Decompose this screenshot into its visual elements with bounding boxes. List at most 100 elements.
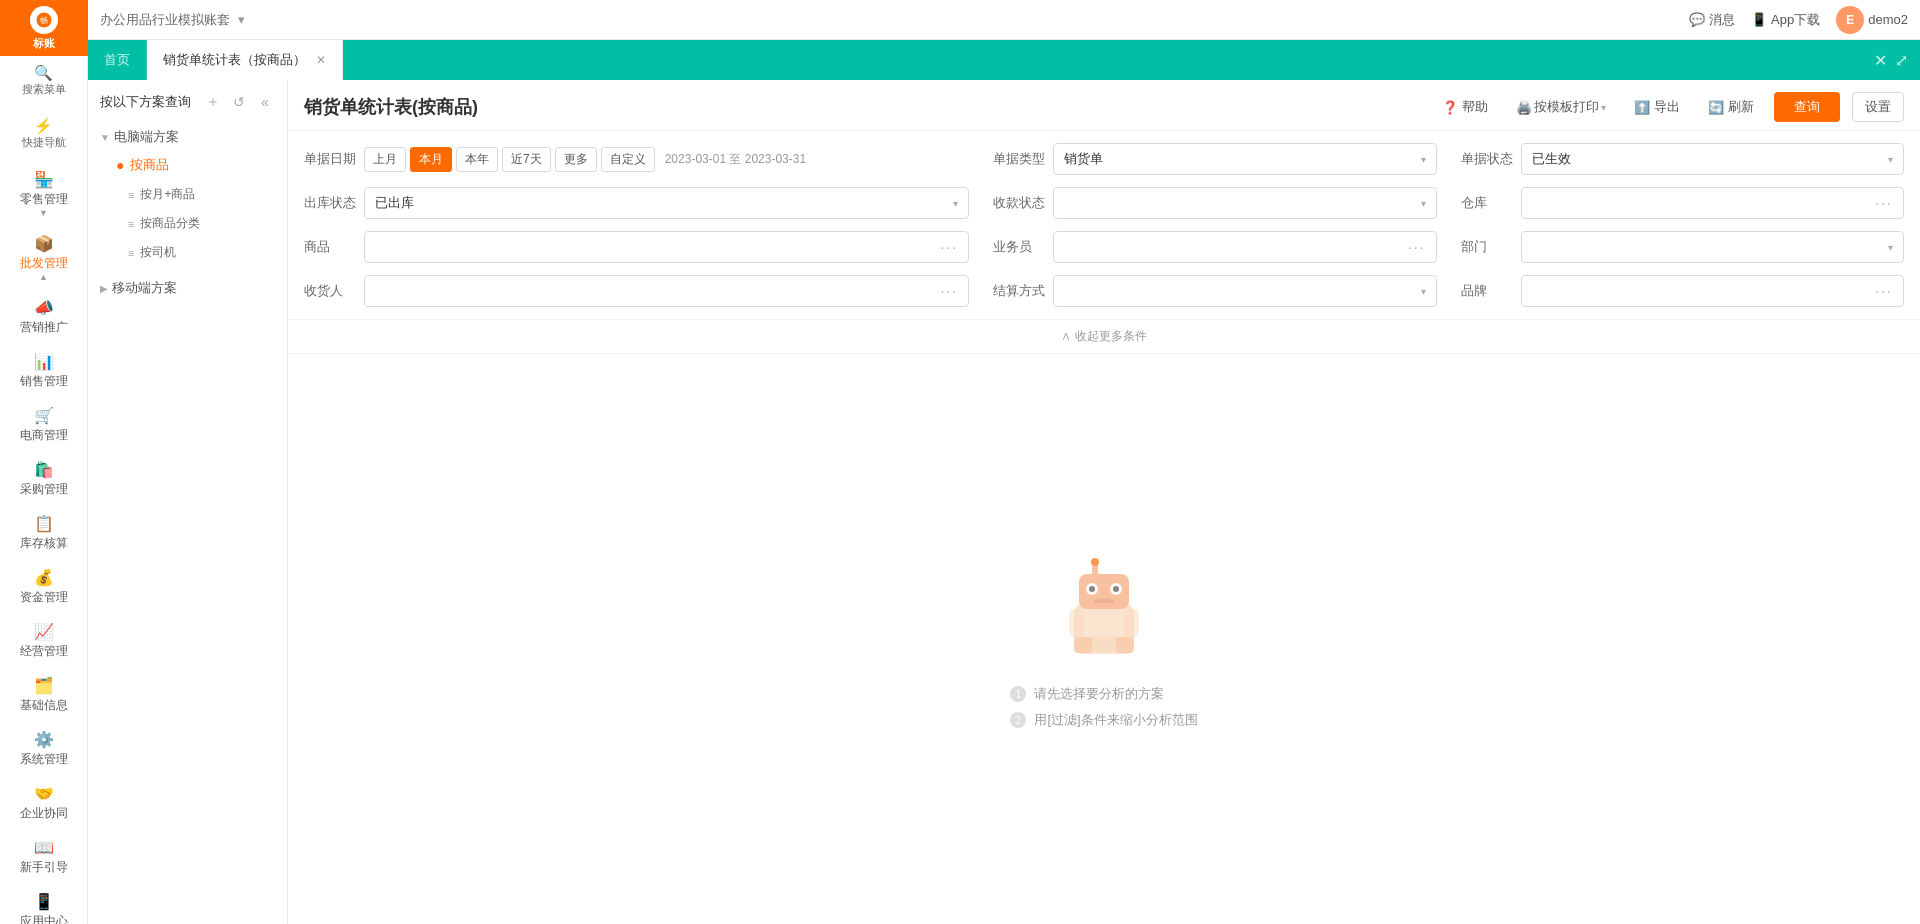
brand-label: 品牌 [1461,282,1521,300]
query-btn[interactable]: 查询 [1774,92,1840,122]
product-input[interactable]: ··· [364,231,969,263]
window-close-btn[interactable]: ✕ [1874,51,1887,70]
print-btn[interactable]: 🖨️ 按模板打印 ▾ [1508,94,1614,120]
date-more[interactable]: 更多 [555,147,597,172]
receiver-input[interactable]: ··· [364,275,969,307]
app-logo: 畅 标账 [0,0,88,56]
sales-icon: 📊 [34,352,54,371]
date-last-month[interactable]: 上月 [364,147,406,172]
desktop-scheme-header[interactable]: ▼ 电脑端方案 [88,124,287,150]
user-info[interactable]: E demo2 [1836,6,1908,34]
sidebar-item-wholesale[interactable]: 📦 批发管理 ▲ [0,226,87,290]
doc-status-select[interactable]: 已生效 ▾ [1521,143,1904,175]
sidebar-item-marketing[interactable]: 📣 营销推广 [0,290,87,344]
sidebar-item-purchase[interactable]: 🛍️ 采购管理 [0,452,87,506]
sidebar-item-quicknav[interactable]: ⚡ 快捷导航 [0,109,87,158]
tab-close-icon[interactable]: ✕ [316,53,326,67]
mobile-scheme-header[interactable]: ▶ 移动端方案 [88,275,287,301]
sidebar: 畅 标账 🔍 搜索菜单 ⚡ 快捷导航 🏪 零售管理 ▼ 📦 批发管理 ▲ 📣 营… [0,0,88,924]
svg-point-10 [1113,586,1119,592]
avatar: E [1836,6,1864,34]
sidebar-item-appcenter[interactable]: 📱 应用中心 [0,884,87,924]
print-label: 按模板打印 [1534,98,1599,116]
ecommerce-label: 电商管理 [20,427,68,444]
sidebar-item-enterprise[interactable]: 🤝 企业协同 [0,776,87,830]
svg-rect-4 [1069,609,1084,637]
purchase-icon: 🛍️ [34,460,54,479]
app-title: 办公用品行业模拟账套 [100,11,230,29]
date-this-year[interactable]: 本年 [456,147,498,172]
date-this-month[interactable]: 本月 [410,147,452,172]
refresh-scheme-btn[interactable]: ↺ [229,92,249,112]
appcenter-label: 应用中心 [20,913,68,924]
app-download-action[interactable]: 📱 App下载 [1751,11,1820,29]
message-action[interactable]: 💬 消息 [1689,11,1735,29]
message-icon: 💬 [1689,12,1705,27]
sidebar-item-finance[interactable]: 💰 资金管理 [0,560,87,614]
collapse-bar[interactable]: ∧ 收起更多条件 [288,320,1920,354]
desktop-scheme-label: 电脑端方案 [114,128,179,146]
sidebar-item-search[interactable]: 🔍 搜索菜单 [0,56,87,105]
window-expand-btn[interactable]: ⤢ [1895,51,1908,70]
svg-point-13 [1091,558,1099,566]
sidebar-item-retail[interactable]: 🏪 零售管理 ▼ [0,162,87,226]
page-content: 按以下方案查询 ＋ ↺ « ▼ 电脑端方案 ● 按商品 ≡ [88,80,1920,924]
message-label: 消息 [1709,11,1735,29]
finance-icon: 💰 [34,568,54,587]
sidebar-quicknav-label: 快捷导航 [0,135,87,150]
salesperson-input[interactable]: ··· [1053,231,1436,263]
help-label: 帮助 [1462,98,1488,116]
wholesale-label: 批发管理 [20,255,68,272]
export-label: 导出 [1654,98,1680,116]
date-custom[interactable]: 自定义 [601,147,655,172]
sidebar-item-operation[interactable]: 📈 经营管理 [0,614,87,668]
settings-label: 设置 [1865,99,1891,114]
main-area: 办公用品行业模拟账套 ▾ 💬 消息 📱 App下载 E demo2 首页 [88,0,1920,924]
sidebar-item-system[interactable]: ⚙️ 系统管理 [0,722,87,776]
refresh-btn[interactable]: 🔄 刷新 [1700,94,1762,120]
help-btn[interactable]: ❓ 帮助 [1434,94,1496,120]
scheme-by-product-category[interactable]: ≡ 按商品分类 [88,209,287,238]
doc-type-select[interactable]: 销货单 ▾ [1053,143,1436,175]
svg-text:畅: 畅 [39,16,47,25]
payment-select[interactable]: ▾ [1053,187,1436,219]
settings-btn[interactable]: 设置 [1852,92,1904,122]
tip-num-2: 2 [1010,712,1026,728]
empty-tip-1: 1 请先选择要分析的方案 [1010,685,1197,703]
product-dots: ··· [940,239,958,255]
add-scheme-btn[interactable]: ＋ [203,92,223,112]
tab-home[interactable]: 首页 [88,40,147,80]
sidebar-item-inventory[interactable]: 📋 库存核算 [0,506,87,560]
sidebar-item-basic[interactable]: 🗂️ 基础信息 [0,668,87,722]
svg-rect-5 [1124,609,1139,637]
doc-type-value: 销货单 [1064,150,1103,168]
settlement-select[interactable]: ▾ [1053,275,1436,307]
scheme-by-product[interactable]: ● 按商品 [88,150,287,180]
tab-sales-stats[interactable]: 销货单统计表（按商品） ✕ [147,40,343,80]
sidebar-item-newguide[interactable]: 📖 新手引导 [0,830,87,884]
scheme-by-warehouse[interactable]: ≡ 按司机 [88,238,287,267]
warehouse-field: 仓库 ··· [1461,187,1904,219]
warehouse-label: 仓库 [1461,194,1521,212]
svg-rect-12 [1092,564,1098,578]
warehouse-input[interactable]: ··· [1521,187,1904,219]
collapse-panel-btn[interactable]: « [255,92,275,112]
logo-text: 标账 [33,36,55,51]
department-select[interactable]: ▾ [1521,231,1904,263]
query-label: 查询 [1794,99,1820,114]
product-field: 商品 ··· [304,231,969,263]
filter-form: 单据日期 上月 本月 本年 近7天 更多 自定义 2023-03-01 至 20… [288,131,1920,320]
export-btn[interactable]: ⬆️ 导出 [1626,94,1688,120]
brand-input[interactable]: ··· [1521,275,1904,307]
department-field: 部门 ▾ [1461,231,1904,263]
sidebar-item-ecommerce[interactable]: 🛒 电商管理 [0,398,87,452]
mobile-scheme-arrow: ▶ [100,283,108,294]
outbound-select[interactable]: 已出库 ▾ [364,187,969,219]
marketing-icon: 📣 [34,298,54,317]
scheme-by-month-product[interactable]: ≡ 按月+商品 [88,180,287,209]
collapse-label: ∧ 收起更多条件 [1061,329,1146,343]
sidebar-item-sales[interactable]: 📊 销售管理 [0,344,87,398]
enterprise-icon: 🤝 [34,784,54,803]
date-last-7[interactable]: 近7天 [502,147,551,172]
dropdown-arrow[interactable]: ▾ [238,12,245,27]
